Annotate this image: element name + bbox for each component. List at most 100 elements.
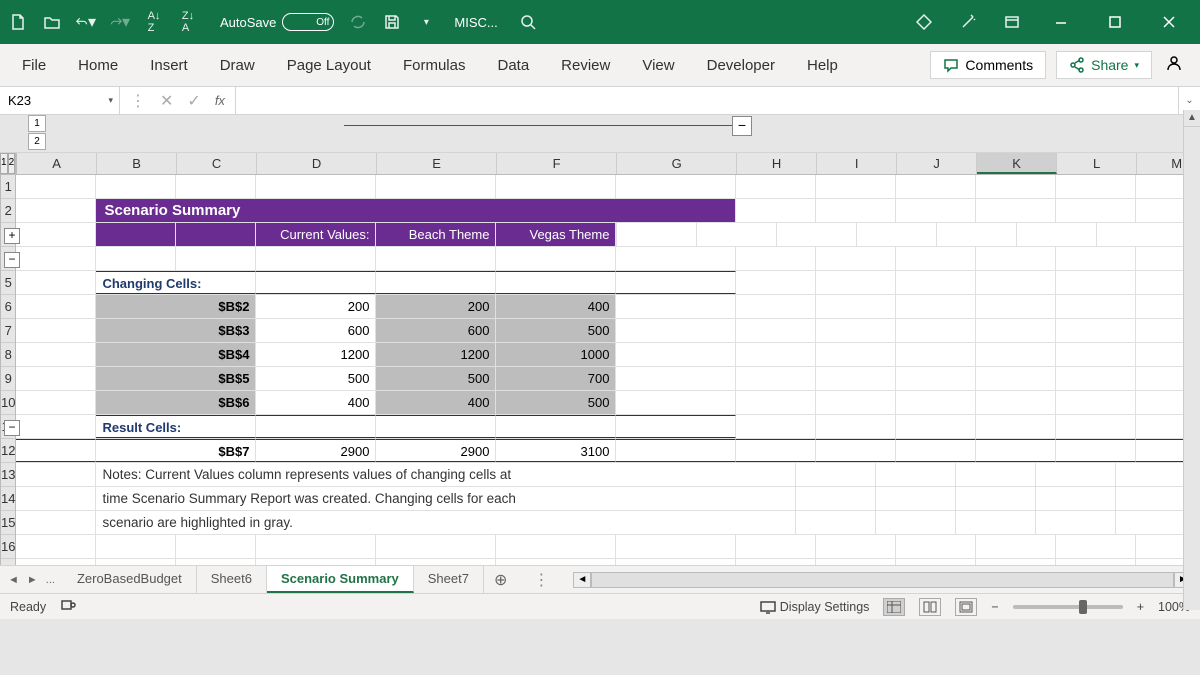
col-header-H[interactable]: H xyxy=(737,153,817,174)
row-header-5[interactable]: 5 xyxy=(1,271,15,295)
autosave-toggle[interactable]: Off xyxy=(282,13,334,31)
sheet-tab-sheet6[interactable]: Sheet6 xyxy=(197,566,267,593)
sheet-nav-prev[interactable]: ◄ xyxy=(8,574,19,586)
col-header-L[interactable]: L xyxy=(1057,153,1137,174)
horizontal-scrollbar[interactable]: ◄ ► xyxy=(565,572,1200,588)
view-page-break-icon[interactable] xyxy=(955,598,977,616)
tab-insert[interactable]: Insert xyxy=(134,51,204,80)
tab-splitter[interactable]: ⋮ xyxy=(517,570,565,590)
sort-desc-icon[interactable]: Z↓A xyxy=(178,12,198,32)
row-header-1[interactable]: 1 xyxy=(1,175,15,199)
qat-dropdown-icon[interactable]: ▾ xyxy=(416,12,436,32)
col-header-D[interactable]: D xyxy=(257,153,377,174)
formula-input[interactable] xyxy=(236,87,1178,114)
tab-draw[interactable]: Draw xyxy=(204,51,271,80)
row-header-2[interactable]: 2 xyxy=(1,199,15,223)
sheet-nav-more[interactable]: ... xyxy=(46,574,55,586)
undo-icon[interactable]: ▾ xyxy=(76,12,96,32)
row-level-1[interactable]: 1 xyxy=(0,153,8,174)
tab-page-layout[interactable]: Page Layout xyxy=(271,51,387,80)
row-header-17[interactable]: 17 xyxy=(1,559,15,565)
minimize-button[interactable] xyxy=(1046,7,1076,37)
redo-icon[interactable]: ▾ xyxy=(110,12,130,32)
col-header-C[interactable]: C xyxy=(177,153,257,174)
col-header-B[interactable]: B xyxy=(97,153,177,174)
row-level-2[interactable]: 2 xyxy=(8,153,16,174)
col-outline-line xyxy=(344,125,736,126)
display-settings-button[interactable]: Display Settings xyxy=(760,599,870,615)
col-outline-collapse[interactable]: − xyxy=(732,116,752,136)
tab-developer[interactable]: Developer xyxy=(691,51,791,80)
title-right xyxy=(914,7,1192,37)
ribbon: File Home Insert Draw Page Layout Formul… xyxy=(0,44,1200,87)
user-icon[interactable] xyxy=(1162,55,1186,76)
refresh-icon[interactable] xyxy=(348,12,368,32)
autosave-control[interactable]: AutoSave Off xyxy=(220,13,334,31)
row-header-6[interactable]: 6 xyxy=(1,295,15,319)
enter-icon[interactable]: ✓ xyxy=(187,91,200,111)
new-sheet-button[interactable]: ⊕ xyxy=(484,570,517,590)
sort-asc-icon[interactable]: A↓Z xyxy=(144,12,164,32)
tab-file[interactable]: File xyxy=(6,51,62,80)
vscroll-up[interactable]: ▲ xyxy=(1184,110,1200,127)
zoom-thumb[interactable] xyxy=(1079,600,1087,614)
zoom-out-button[interactable]: − xyxy=(991,600,998,614)
sheet-tab-scenario-summary[interactable]: Scenario Summary xyxy=(267,566,414,593)
cell-grid[interactable]: Scenario SummaryCurrent Values:Beach The… xyxy=(16,175,1200,565)
col-header-E[interactable]: E xyxy=(377,153,497,174)
col-header-G[interactable]: G xyxy=(617,153,737,174)
title-center: MISC... xyxy=(436,12,914,32)
zoom-slider[interactable] xyxy=(1013,605,1123,609)
view-normal-icon[interactable] xyxy=(883,598,905,616)
sheet-tab-sheet7[interactable]: Sheet7 xyxy=(414,566,484,593)
macro-record-icon[interactable] xyxy=(60,597,76,616)
row-header-12[interactable]: 12 xyxy=(1,439,15,463)
row-header-16[interactable]: 16 xyxy=(1,535,15,559)
col-level-2[interactable]: 2 xyxy=(28,133,46,150)
diamond-icon[interactable] xyxy=(914,12,934,32)
comments-button[interactable]: Comments xyxy=(930,51,1046,79)
sheet-tab-zerobasedbudget[interactable]: ZeroBasedBudget xyxy=(63,566,197,593)
row-header-7[interactable]: 7 xyxy=(1,319,15,343)
col-header-J[interactable]: J xyxy=(897,153,977,174)
tab-formulas[interactable]: Formulas xyxy=(387,51,482,80)
col-header-F[interactable]: F xyxy=(497,153,617,174)
zoom-in-button[interactable]: + xyxy=(1137,600,1144,614)
col-header-K[interactable]: K xyxy=(977,153,1057,174)
status-bar: Ready Display Settings − + 100% xyxy=(0,593,1200,619)
close-button[interactable] xyxy=(1154,7,1184,37)
view-page-layout-icon[interactable] xyxy=(919,598,941,616)
row-header-14[interactable]: 14 xyxy=(1,487,15,511)
name-box[interactable]: K23 xyxy=(0,87,120,114)
row-header-15[interactable]: 15 xyxy=(1,511,15,535)
maximize-button[interactable] xyxy=(1100,7,1130,37)
vertical-scrollbar[interactable]: ▲ xyxy=(1183,110,1200,610)
col-header-I[interactable]: I xyxy=(817,153,897,174)
col-header-A[interactable]: A xyxy=(17,153,97,174)
hscroll-left[interactable]: ◄ xyxy=(573,572,591,588)
tab-view[interactable]: View xyxy=(626,51,690,80)
autosave-label: AutoSave xyxy=(220,15,276,30)
new-file-icon[interactable] xyxy=(8,12,28,32)
row-header-13[interactable]: 13 xyxy=(1,463,15,487)
share-button[interactable]: Share ▾ xyxy=(1056,51,1152,79)
search-icon[interactable] xyxy=(518,12,538,32)
tab-help[interactable]: Help xyxy=(791,51,854,80)
col-level-1[interactable]: 1 xyxy=(28,115,46,132)
tab-review[interactable]: Review xyxy=(545,51,626,80)
wand-icon[interactable] xyxy=(958,12,978,32)
tab-home[interactable]: Home xyxy=(62,51,134,80)
ribbon-mode-icon[interactable] xyxy=(1002,12,1022,32)
sheet-nav: ◄ ► ... xyxy=(0,574,63,586)
tab-data[interactable]: Data xyxy=(481,51,545,80)
sheet-nav-next[interactable]: ► xyxy=(27,574,38,586)
hscroll-track[interactable] xyxy=(591,572,1174,588)
save-icon[interactable] xyxy=(382,12,402,32)
row-header-10[interactable]: 10 xyxy=(1,391,15,415)
open-file-icon[interactable] xyxy=(42,12,62,32)
dropdown-icon[interactable]: ⋮ xyxy=(130,91,146,111)
cancel-icon[interactable]: ✕ xyxy=(160,91,173,111)
row-header-9[interactable]: 9 xyxy=(1,367,15,391)
row-header-8[interactable]: 8 xyxy=(1,343,15,367)
fx-icon[interactable]: fx xyxy=(215,93,225,108)
